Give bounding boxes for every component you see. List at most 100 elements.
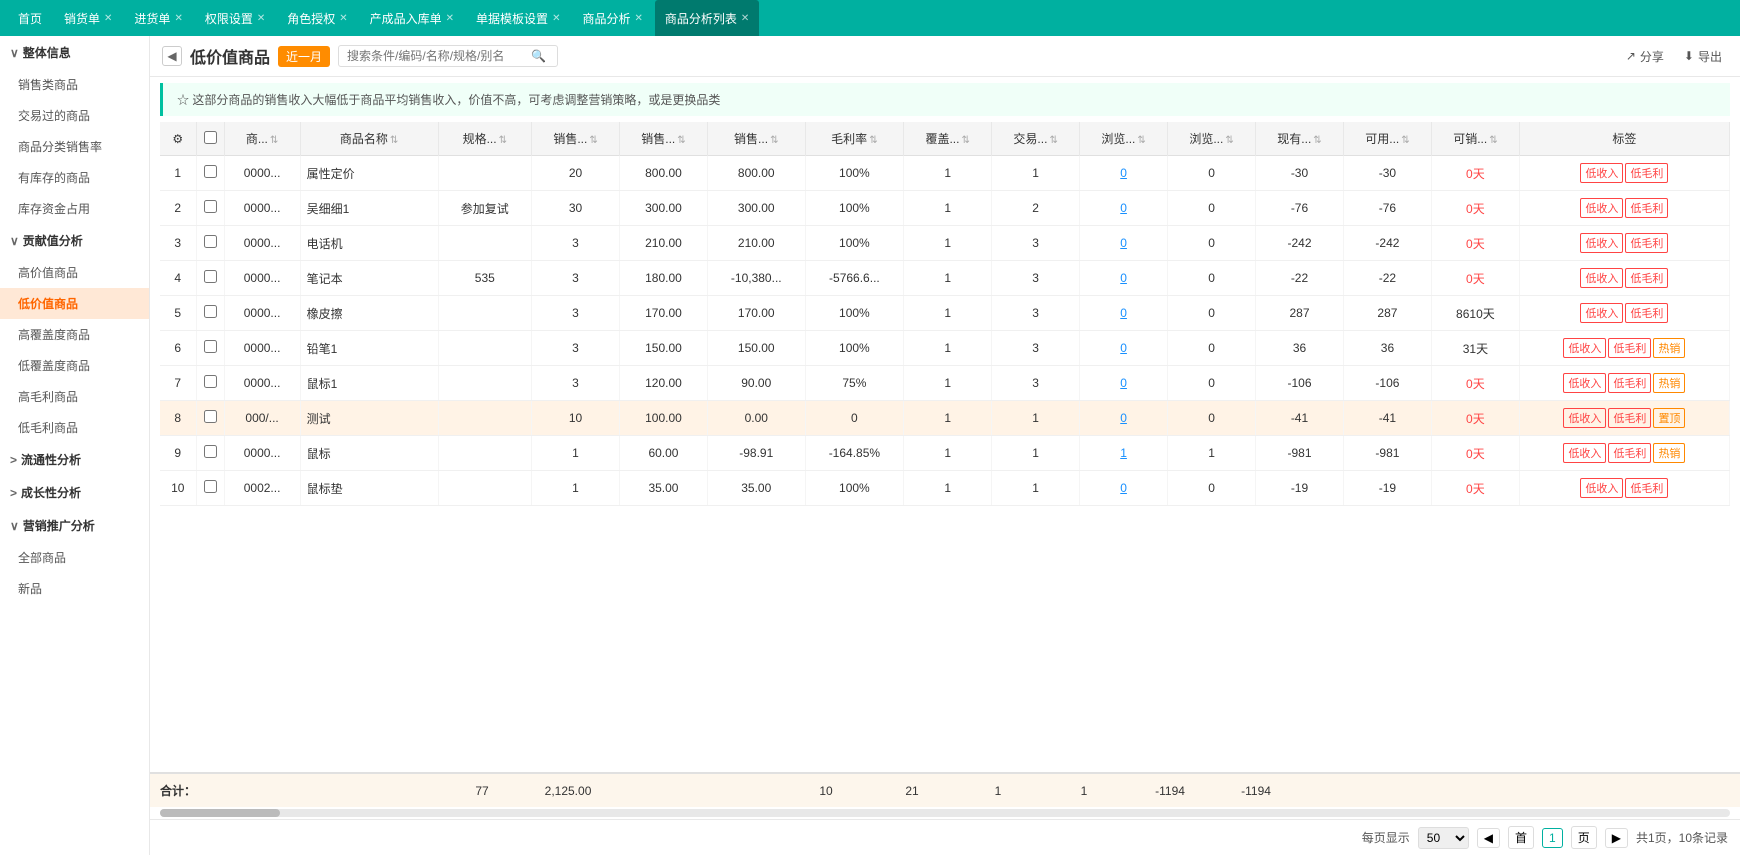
row-select-checkbox[interactable] xyxy=(204,340,217,353)
nav-roles[interactable]: 角色授权 ✕ xyxy=(277,0,357,36)
row-select-checkbox[interactable] xyxy=(204,375,217,388)
row-view1[interactable]: 0 xyxy=(1080,261,1168,296)
row-view1[interactable]: 0 xyxy=(1080,191,1168,226)
col-view2[interactable]: 浏览...⇅ xyxy=(1168,122,1256,156)
nav-product-in[interactable]: 产成品入库单 ✕ xyxy=(360,0,464,36)
row-checkbox[interactable] xyxy=(196,331,224,366)
row-select-checkbox[interactable] xyxy=(204,445,217,458)
page-size-select[interactable]: 50 20 100 xyxy=(1418,827,1469,849)
sidebar-item-traded[interactable]: 交易过的商品 xyxy=(0,100,149,131)
search-icon[interactable]: 🔍 xyxy=(531,49,546,63)
col-sale-qty[interactable]: 销售...⇅ xyxy=(532,122,620,156)
col-saleable[interactable]: 可销...⇅ xyxy=(1431,122,1519,156)
view1-link[interactable]: 0 xyxy=(1120,376,1127,390)
col-sale-price[interactable]: 销售...⇅ xyxy=(620,122,708,156)
col-view1[interactable]: 浏览...⇅ xyxy=(1080,122,1168,156)
close-icon[interactable]: ✕ xyxy=(446,13,454,24)
row-checkbox[interactable] xyxy=(196,401,224,436)
share-button[interactable]: ↗ 分享 xyxy=(1620,45,1670,68)
view1-link[interactable]: 0 xyxy=(1120,236,1127,250)
sidebar-item-low-margin[interactable]: 低毛利商品 xyxy=(0,412,149,443)
nav-sales[interactable]: 销货单 ✕ xyxy=(54,0,122,36)
sidebar-item-new-products[interactable]: 新品 xyxy=(0,573,149,604)
col-gross-rate[interactable]: 毛利率⇅ xyxy=(805,122,904,156)
view1-link[interactable]: 0 xyxy=(1120,201,1127,215)
next-page-button[interactable]: 页 xyxy=(1571,826,1597,849)
row-view1[interactable]: 0 xyxy=(1080,366,1168,401)
row-checkbox[interactable] xyxy=(196,296,224,331)
col-available[interactable]: 可用...⇅ xyxy=(1343,122,1431,156)
close-icon[interactable]: ✕ xyxy=(104,13,112,24)
export-button[interactable]: ⬇ 导出 xyxy=(1678,45,1728,68)
close-icon[interactable]: ✕ xyxy=(552,13,560,24)
row-select-checkbox[interactable] xyxy=(204,270,217,283)
sidebar-item-all-products[interactable]: 全部商品 xyxy=(0,542,149,573)
row-view1[interactable]: 0 xyxy=(1080,331,1168,366)
nav-permissions[interactable]: 权限设置 ✕ xyxy=(195,0,275,36)
close-icon[interactable]: ✕ xyxy=(339,13,347,24)
view1-link[interactable]: 0 xyxy=(1120,166,1127,180)
row-select-checkbox[interactable] xyxy=(204,200,217,213)
nav-product-analysis-list[interactable]: 商品分析列表 ✕ xyxy=(655,0,759,36)
col-sale-amount[interactable]: 销售...⇅ xyxy=(707,122,805,156)
close-icon[interactable]: ✕ xyxy=(174,13,182,24)
col-trade[interactable]: 交易...⇅ xyxy=(992,122,1080,156)
view1-link[interactable]: 0 xyxy=(1120,306,1127,320)
row-view1[interactable]: 0 xyxy=(1080,226,1168,261)
view1-link[interactable]: 0 xyxy=(1120,481,1127,495)
sidebar-item-in-stock[interactable]: 有库存的商品 xyxy=(0,162,149,193)
sidebar-item-low-coverage[interactable]: 低覆盖度商品 xyxy=(0,350,149,381)
nav-purchase[interactable]: 进货单 ✕ xyxy=(124,0,192,36)
row-view1[interactable]: 0 xyxy=(1080,471,1168,506)
view1-link[interactable]: 0 xyxy=(1120,341,1127,355)
prev-page-button[interactable]: 首 xyxy=(1508,826,1534,849)
nav-home[interactable]: 首页 xyxy=(8,0,52,36)
nav-template[interactable]: 单据模板设置 ✕ xyxy=(466,0,570,36)
row-view1[interactable]: 0 xyxy=(1080,401,1168,436)
col-name[interactable]: 商品名称⇅ xyxy=(300,122,438,156)
view1-link[interactable]: 0 xyxy=(1120,271,1127,285)
sidebar-item-low-value[interactable]: 低价值商品 xyxy=(0,288,149,319)
close-icon[interactable]: ✕ xyxy=(257,13,265,24)
settings-col[interactable]: ⚙ xyxy=(160,122,196,156)
sidebar-item-high-margin[interactable]: 高毛利商品 xyxy=(0,381,149,412)
nav-product-analysis[interactable]: 商品分析 ✕ xyxy=(572,0,652,36)
row-select-checkbox[interactable] xyxy=(204,410,217,423)
scrollbar-thumb[interactable] xyxy=(160,809,280,817)
sidebar-group-overall[interactable]: ∨ 整体信息 xyxy=(0,36,149,69)
row-select-checkbox[interactable] xyxy=(204,480,217,493)
sidebar-item-high-value[interactable]: 高价值商品 xyxy=(0,257,149,288)
sidebar-group-liquidity[interactable]: > 流通性分析 xyxy=(0,443,149,476)
col-current[interactable]: 现有...⇅ xyxy=(1256,122,1344,156)
search-input[interactable] xyxy=(347,49,527,63)
row-checkbox[interactable] xyxy=(196,366,224,401)
select-all-checkbox[interactable] xyxy=(204,131,217,144)
row-checkbox[interactable] xyxy=(196,261,224,296)
row-select-checkbox[interactable] xyxy=(204,305,217,318)
row-view1[interactable]: 0 xyxy=(1080,156,1168,191)
sidebar-group-contribution[interactable]: ∨ 贡献值分析 xyxy=(0,224,149,257)
sidebar-item-sales-category[interactable]: 销售类商品 xyxy=(0,69,149,100)
row-checkbox[interactable] xyxy=(196,436,224,471)
collapse-button[interactable]: ◀ xyxy=(162,46,182,66)
view1-link[interactable]: 0 xyxy=(1120,411,1127,425)
time-filter-button[interactable]: 近一月 xyxy=(278,46,330,67)
sidebar-group-marketing[interactable]: ∨ 营销推广分析 xyxy=(0,509,149,542)
view1-link[interactable]: 1 xyxy=(1120,446,1127,460)
row-view1[interactable]: 1 xyxy=(1080,436,1168,471)
row-view1[interactable]: 0 xyxy=(1080,296,1168,331)
row-checkbox[interactable] xyxy=(196,471,224,506)
row-checkbox[interactable] xyxy=(196,226,224,261)
col-code[interactable]: 商...⇅ xyxy=(224,122,300,156)
sidebar-item-category-rate[interactable]: 商品分类销售率 xyxy=(0,131,149,162)
row-checkbox[interactable] xyxy=(196,156,224,191)
sidebar-group-growth[interactable]: > 成长性分析 xyxy=(0,476,149,509)
last-page-button[interactable]: ▶ xyxy=(1605,828,1628,848)
horizontal-scrollbar[interactable] xyxy=(160,809,1730,817)
sidebar-item-high-coverage[interactable]: 高覆盖度商品 xyxy=(0,319,149,350)
table-container[interactable]: ⚙ 商...⇅ 商品名称⇅ 规格...⇅ 销售...⇅ 销售...⇅ 销售...… xyxy=(150,122,1740,772)
col-spec[interactable]: 规格...⇅ xyxy=(438,122,531,156)
row-select-checkbox[interactable] xyxy=(204,235,217,248)
close-icon[interactable]: ✕ xyxy=(741,13,749,24)
row-select-checkbox[interactable] xyxy=(204,165,217,178)
